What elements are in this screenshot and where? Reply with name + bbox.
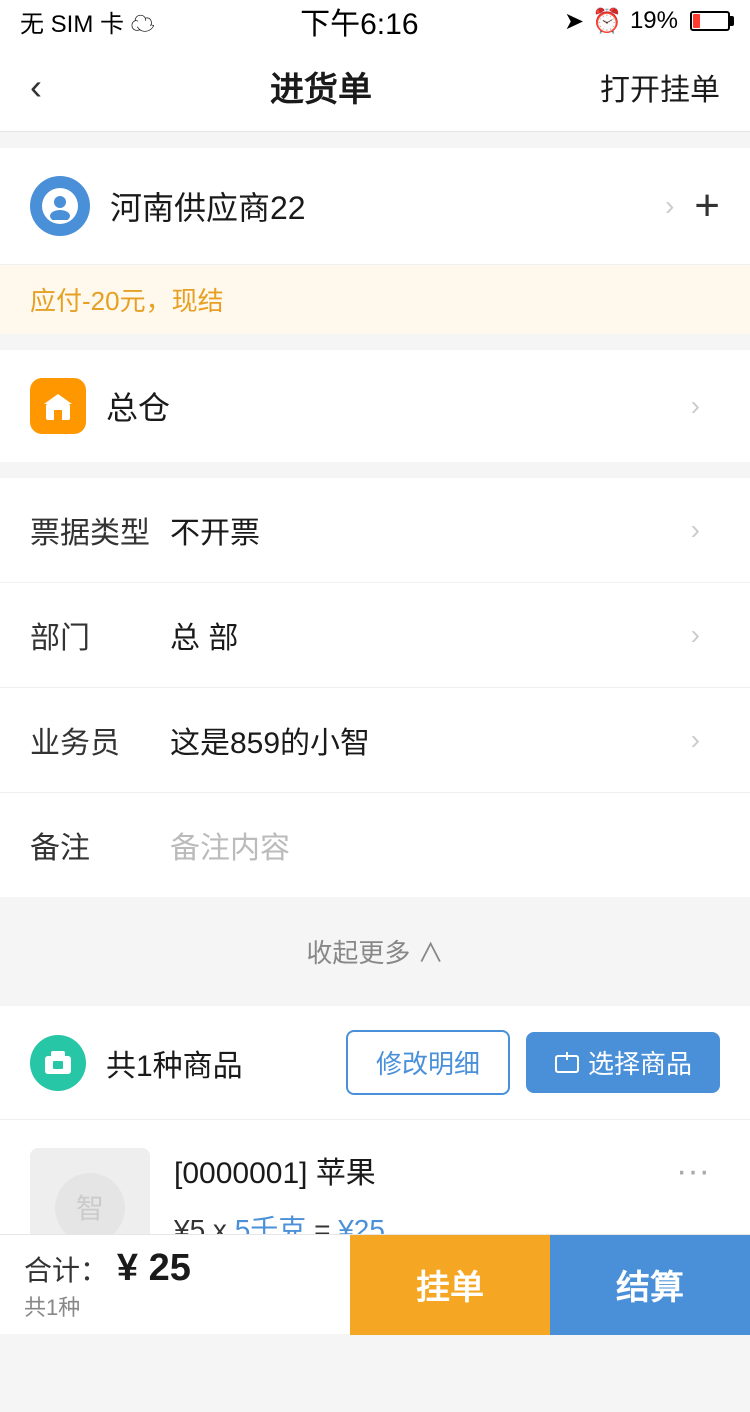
supplier-name: 河南供应商22 [110,183,665,229]
status-time: 下午6:16 [300,0,418,43]
warehouse-card: 总仓 › [0,350,750,462]
salesperson-value: 这是859的小智 [170,718,691,762]
avatar [30,176,90,236]
warehouse-name: 总仓 [106,383,691,429]
department-row[interactable]: 部门 总 部 › [0,583,750,688]
collapse-toggle[interactable]: 收起更多 ∧ [0,913,750,990]
main-content: 河南供应商22 › + 应付-20元，现结 总仓 › 票据类型 不开票 › [0,132,750,1412]
status-bar-left: 无 SIM 卡 ☁ [20,4,155,39]
department-label: 部门 [30,613,170,657]
chevron-right-icon: › [691,619,700,651]
remark-label: 备注 [30,823,170,867]
select-product-button[interactable]: 选择商品 [526,1032,720,1093]
total-label: 合计： [24,1255,108,1286]
chevron-right-icon: › [665,190,674,222]
department-value: 总 部 [170,613,691,657]
bottom-bar: 合计： ¥ 25 共1种 挂单 结算 [0,1234,750,1334]
warehouse-row[interactable]: 总仓 › [0,350,750,462]
nav-bar: ‹ 进货单 打开挂单 [0,42,750,132]
product-icon [30,1035,86,1091]
total-row: 合计： ¥ 25 [24,1247,326,1290]
salesperson-label: 业务员 [30,718,170,762]
product-name: [0000001] 苹果 [174,1148,666,1192]
alarm-icon: ⏰ [592,7,622,36]
back-button[interactable]: ‹ [30,66,42,108]
add-supplier-button[interactable]: + [694,184,720,228]
invoice-type-label: 票据类型 [30,508,170,552]
settle-button[interactable]: 结算 [550,1235,750,1335]
total-amount: ¥ 25 [117,1247,191,1289]
chevron-right-icon: › [691,390,700,422]
product-count: 共1种商品 [106,1041,346,1085]
invoice-type-value: 不开票 [170,508,691,552]
chevron-right-icon: › [691,724,700,756]
avatar-inner [42,188,78,224]
chevron-right-icon: › [691,514,700,546]
edit-detail-button[interactable]: 修改明细 [346,1030,510,1095]
battery-percent: 19% [630,7,678,35]
status-bar: 无 SIM 卡 ☁ 下午6:16 ➤ ⏰ 19% [0,0,750,42]
invoice-type-row[interactable]: 票据类型 不开票 › [0,478,750,583]
remark-row[interactable]: 备注 备注内容 [0,793,750,897]
supplier-notice: 应付-20元，现结 [0,265,750,334]
product-info: [0000001] 苹果 ¥5 x 5千克 = ¥25 [174,1148,666,1248]
supplier-row[interactable]: 河南供应商22 › + [0,148,750,265]
status-bar-right: ➤ ⏰ 19% [564,7,730,36]
product-header: 共1种商品 修改明细 选择商品 [0,1006,750,1120]
salesperson-row[interactable]: 业务员 这是859的小智 › [0,688,750,793]
page-title: 进货单 [270,62,372,111]
battery-icon [690,11,730,31]
sim-signal: 无 SIM 卡 ☁ [20,4,155,39]
remark-placeholder: 备注内容 [170,823,720,867]
open-hang-button[interactable]: 打开挂单 [600,65,720,109]
location-icon: ➤ [564,7,584,36]
total-count: 共1种 [24,1290,326,1322]
select-product-label: 选择商品 [588,1044,692,1081]
supplier-card: 河南供应商22 › + 应付-20元，现结 [0,148,750,334]
total-section: 合计： ¥ 25 共1种 [0,1247,350,1322]
warehouse-icon [30,378,86,434]
svg-text:智: 智 [76,1193,104,1224]
form-card: 票据类型 不开票 › 部门 总 部 › 业务员 这是859的小智 › 备注 备注… [0,478,750,897]
product-more-button[interactable]: ··· [666,1148,720,1195]
hang-button[interactable]: 挂单 [350,1235,550,1335]
